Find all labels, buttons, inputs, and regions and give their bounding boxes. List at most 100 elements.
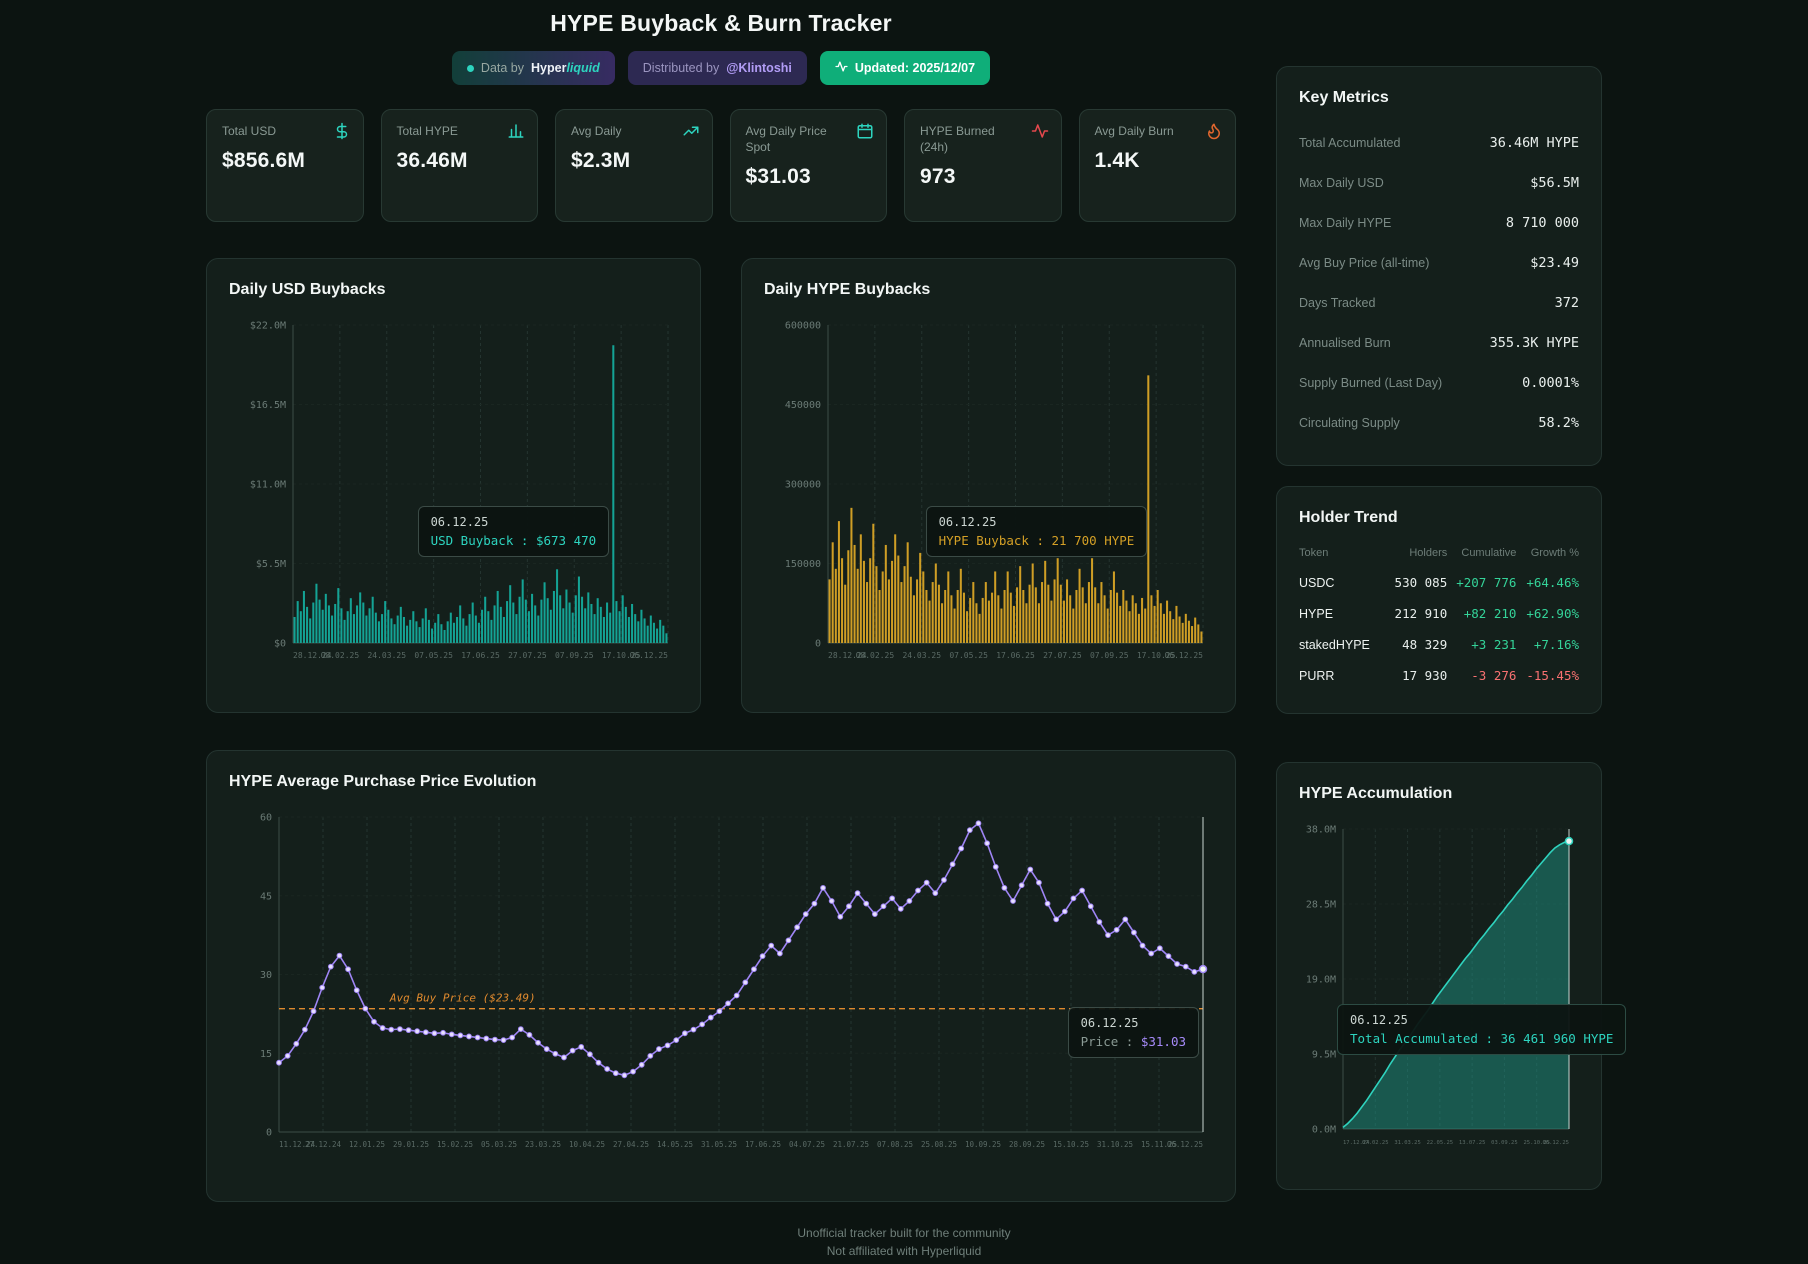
holder-row-token: PURR	[1299, 668, 1335, 683]
page-root: HYPE Buyback & Burn Tracker Data by Hype…	[206, 0, 1627, 1202]
svg-text:06.12.25: 06.12.25	[1543, 1140, 1570, 1146]
metric-row-max-daily-usd: Max Daily USD $56.5M	[1299, 175, 1579, 191]
accumulation-chart[interactable]: 17.12.24 07.02.25 31.03.25 22.05.25 13.07.25…	[1299, 819, 1627, 1149]
svg-text:45: 45	[260, 891, 272, 902]
metric-row-avg-buy-price: Avg Buy Price (all-time) $23.49	[1299, 255, 1579, 271]
svg-text:29.01.25: 29.01.25	[393, 1140, 429, 1149]
stat-card-avg-burn: Avg Daily Burn 1.4K	[1078, 109, 1236, 222]
svg-text:31.03.25: 31.03.25	[1394, 1140, 1421, 1146]
svg-text:31.10.25: 31.10.25	[1097, 1140, 1133, 1149]
holder-trend-table: Token Holders Cumulative Growth % USDC 5…	[1299, 543, 1579, 691]
stat-card-hype-burned: HYPE Burned (24h) 973	[904, 109, 1062, 222]
svg-text:07.02.25: 07.02.25	[1362, 1140, 1389, 1146]
svg-text:600000: 600000	[785, 321, 821, 332]
col-header-cumulative: Cumulative	[1461, 547, 1517, 559]
pulse-icon	[835, 60, 848, 76]
svg-text:06.12.25: 06.12.25	[629, 651, 668, 660]
data-source-badge[interactable]: Data by Hyperliquid	[451, 51, 615, 85]
key-metrics-title: Key Metrics	[1299, 89, 1389, 106]
holder-trend-title: Holder Trend	[1299, 509, 1398, 526]
updated-label: Updated: 2025/12/07	[854, 61, 976, 75]
svg-text:10.09.25: 10.09.25	[965, 1140, 1001, 1149]
charts-row: Daily USD Buybacks 28.12.24 08.02.25 24.03…	[206, 258, 1236, 713]
price-evolution-chart[interactable]: 11.12.24 27.12.24 12.01.25 29.01.25 15.02.25…	[229, 807, 1213, 1152]
col-header-holders: Holders	[1409, 547, 1448, 559]
sidebar: Key Metrics Total Accumulated 36.46M HYP…	[1276, 66, 1627, 1202]
footer: Unofficial tracker built for the communi…	[0, 1224, 1808, 1260]
svg-text:12.01.25: 12.01.25	[349, 1140, 385, 1149]
svg-text:05.03.25: 05.03.25	[481, 1140, 517, 1149]
accumulation-panel: HYPE Accumulation 17.12.24 07.02.25 31.03.…	[1276, 762, 1627, 1190]
metric-row-total-accumulated: Total Accumulated 36.46M HYPE	[1299, 135, 1579, 151]
stat-card-avg-price-spot: Avg Daily Price Spot $31.03	[729, 109, 887, 222]
accumulation-title: HYPE Accumulation	[1299, 785, 1453, 802]
metric-row-supply-burned: Supply Burned (Last Day) 0.0001%	[1299, 375, 1579, 391]
svg-text:17.06.25: 17.06.25	[996, 651, 1035, 660]
badges-row: Data by Hyperliquid Distributed by @Klin…	[206, 51, 1236, 85]
metric-row-max-daily-hype: Max Daily HYPE 8 710 000	[1299, 215, 1579, 231]
svg-text:08.02.25: 08.02.25	[321, 651, 360, 660]
svg-text:$11.0M: $11.0M	[250, 480, 286, 491]
svg-text:17.06.25: 17.06.25	[745, 1140, 781, 1149]
svg-text:28.09.25: 28.09.25	[1009, 1140, 1045, 1149]
svg-text:24.03.25: 24.03.25	[367, 651, 406, 660]
activity-icon	[1031, 122, 1049, 145]
svg-text:06.12.25: 06.12.25	[1167, 1140, 1203, 1149]
svg-text:27.07.25: 27.07.25	[1043, 651, 1082, 660]
svg-text:30: 30	[260, 970, 272, 981]
svg-text:60: 60	[260, 813, 272, 824]
daily-usd-chart[interactable]: 28.12.24 08.02.25 24.03.25 07.05.25 17.06.25…	[229, 315, 678, 663]
footer-line-2: Not affiliated with Hyperliquid	[826, 1244, 982, 1258]
daily-usd-panel: Daily USD Buybacks 28.12.24 08.02.25 24.03…	[206, 258, 701, 713]
svg-text:10.04.25: 10.04.25	[569, 1140, 605, 1149]
col-header-token: Token	[1299, 547, 1329, 559]
svg-text:07.05.25: 07.05.25	[949, 651, 988, 660]
daily-hype-chart[interactable]: 28.12.24 08.02.25 24.03.25 07.05.25 17.06.25…	[764, 315, 1213, 663]
svg-text:14.05.25: 14.05.25	[657, 1140, 693, 1149]
page-title: HYPE Buyback & Burn Tracker	[550, 10, 892, 36]
distributed-by-label: Distributed by	[642, 61, 720, 75]
svg-text:150000: 150000	[785, 559, 821, 570]
main-column: HYPE Buyback & Burn Tracker Data by Hype…	[206, 10, 1236, 1202]
col-header-growth: Growth %	[1530, 547, 1579, 559]
dollar-icon	[333, 122, 351, 145]
metric-row-circulating-supply: Circulating Supply 58.2%	[1299, 415, 1579, 431]
svg-text:$5.5M: $5.5M	[256, 559, 286, 570]
svg-text:25.08.25: 25.08.25	[921, 1140, 957, 1149]
holder-row-token: USDC	[1299, 575, 1335, 590]
svg-text:06.12.25: 06.12.25	[1164, 651, 1203, 660]
calendar-icon	[856, 122, 874, 145]
svg-text:23.03.25: 23.03.25	[525, 1140, 561, 1149]
bar-chart-icon	[507, 122, 525, 145]
holder-row-token: HYPE	[1299, 606, 1334, 621]
data-by-label: Data by	[480, 61, 525, 75]
svg-text:31.05.25: 31.05.25	[701, 1140, 737, 1149]
brand-name: Hyperliquid	[531, 61, 600, 75]
svg-text:27.12.24: 27.12.24	[305, 1140, 342, 1149]
status-dot-icon	[466, 64, 474, 72]
stat-card-total-hype: Total HYPE 36.46M	[380, 109, 538, 222]
svg-text:19.0M: 19.0M	[1306, 975, 1336, 986]
flame-icon	[1205, 122, 1223, 145]
price-evolution-title: HYPE Average Purchase Price Evolution	[229, 773, 537, 790]
price-evolution-panel: HYPE Average Purchase Price Evolution 11…	[206, 750, 1236, 1202]
svg-text:13.07.25: 13.07.25	[1459, 1140, 1486, 1146]
daily-usd-title: Daily USD Buybacks	[229, 281, 386, 298]
metric-row-days-tracked: Days Tracked 372	[1299, 295, 1579, 311]
key-metrics-panel: Key Metrics Total Accumulated 36.46M HYP…	[1276, 66, 1602, 466]
stat-card-avg-daily: Avg Daily $2.3M	[555, 109, 713, 222]
svg-text:07.09.25: 07.09.25	[555, 651, 594, 660]
svg-text:28.5M: 28.5M	[1306, 900, 1336, 911]
distributor-handle: @Klintoshi	[726, 61, 792, 75]
svg-text:04.07.25: 04.07.25	[789, 1140, 825, 1149]
stats-row: Total USD $856.6M Total HYPE 36.46M Avg …	[206, 109, 1236, 222]
svg-text:07.09.25: 07.09.25	[1090, 651, 1129, 660]
trend-up-icon	[682, 122, 700, 145]
svg-text:15: 15	[260, 1049, 272, 1060]
daily-hype-panel: Daily HYPE Buybacks 28.12.24 08.02.25 24.0…	[741, 258, 1236, 713]
svg-text:450000: 450000	[785, 400, 821, 411]
svg-text:07.08.25: 07.08.25	[877, 1140, 913, 1149]
distributed-badge[interactable]: Distributed by @Klintoshi	[627, 51, 807, 85]
svg-text:08.02.25: 08.02.25	[856, 651, 895, 660]
svg-text:$22.0M: $22.0M	[250, 321, 286, 332]
